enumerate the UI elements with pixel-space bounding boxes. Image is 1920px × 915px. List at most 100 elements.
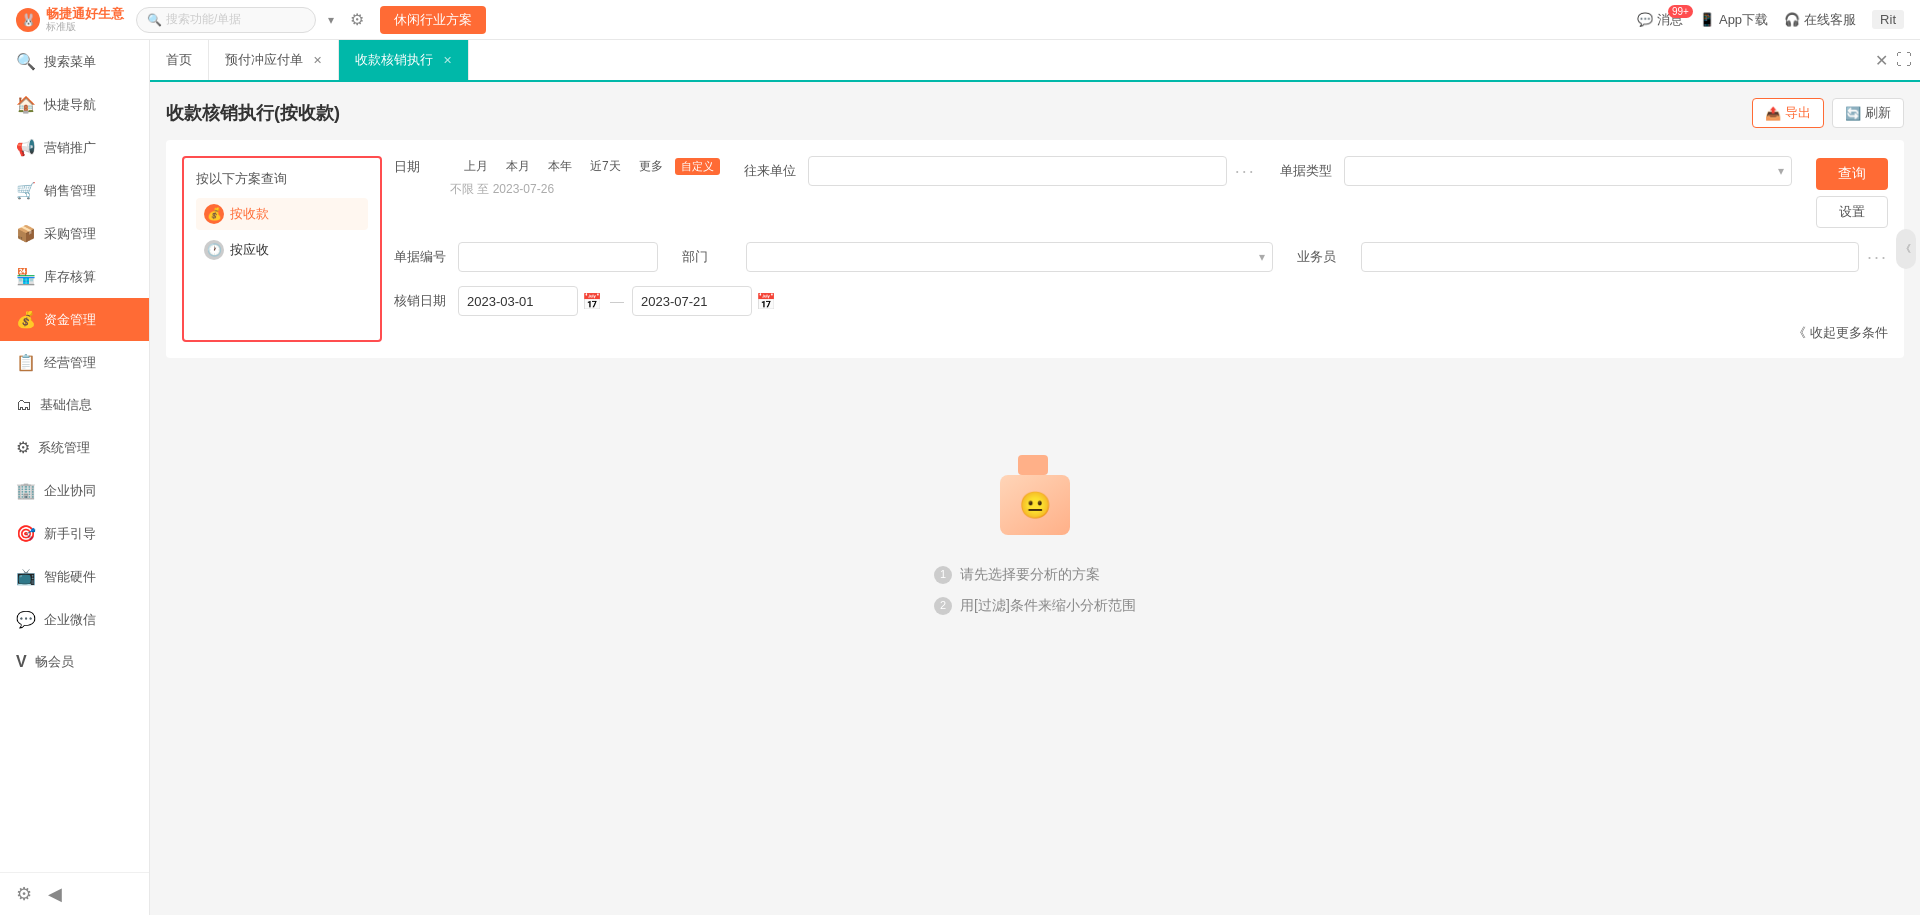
app-download-button[interactable]: 📱 App下载 — [1699, 11, 1768, 29]
collapse-sidebar-icon[interactable]: ◀ — [48, 883, 62, 905]
top-bar: 🐰 畅捷通好生意 标准版 🔍 搜索功能/单据 ▾ ⚙ 休闲行业方案 💬 消息 9… — [0, 0, 1920, 40]
date-no-limit: 不限 至 2023-07-26 — [450, 182, 554, 196]
sidebar-item-wechat[interactable]: 💬 企业微信 — [0, 598, 149, 641]
purchase-icon: 📦 — [16, 224, 36, 243]
sidebar-item-purchase[interactable]: 📦 采购管理 — [0, 212, 149, 255]
sidebar-item-marketing[interactable]: 📢 营销推广 — [0, 126, 149, 169]
app-logo: 🐰 畅捷通好生意 标准版 — [16, 6, 124, 34]
writeoff-end-cal-icon[interactable]: 📅 — [756, 292, 776, 311]
sidebar-item-enterprise[interactable]: 🏢 企业协同 — [0, 469, 149, 512]
message-button[interactable]: 💬 消息 99+ — [1637, 11, 1683, 29]
filter-option-by-receipt[interactable]: 💰 按收款 — [196, 198, 368, 230]
sidebar-item-guide[interactable]: 🎯 新手引导 — [0, 512, 149, 555]
dropdown-icon[interactable]: ▾ — [328, 13, 334, 27]
settings-bottom-icon[interactable]: ⚙ — [16, 883, 32, 905]
collapse-left-icon: 《 — [1901, 242, 1911, 256]
sidebar-item-system[interactable]: ⚙ 系统管理 — [0, 426, 149, 469]
staff-dots-button[interactable]: ··· — [1867, 247, 1888, 268]
message-badge: 99+ — [1668, 5, 1693, 18]
doc-no-input[interactable] — [458, 242, 658, 272]
tab-bar: 首页 预付冲应付单 ✕ 收款核销执行 ✕ ✕ ⛶ — [150, 40, 1920, 82]
page-actions: 📤 导出 🔄 刷新 — [1752, 98, 1904, 128]
logo-icon: 🐰 — [16, 8, 40, 32]
search-icon: 🔍 — [147, 13, 162, 27]
tip-num-1: 1 — [934, 566, 952, 584]
writeoff-start-cal-icon[interactable]: 📅 — [582, 292, 602, 311]
date-label: 日期 — [394, 158, 450, 176]
sidebar-item-operation[interactable]: 📋 经营管理 — [0, 341, 149, 384]
query-button[interactable]: 查询 — [1816, 158, 1888, 190]
phone-icon: 📱 — [1699, 12, 1715, 27]
gear-icon[interactable]: ⚙ — [350, 10, 364, 29]
dept-label: 部门 — [682, 248, 738, 266]
staff-input[interactable] — [1361, 242, 1859, 272]
tab-prepay-conflict[interactable]: 预付冲应付单 ✕ — [209, 40, 339, 80]
page-content: 收款核销执行(按收款) 📤 导出 🔄 刷新 按以下方案查询 — [150, 82, 1920, 915]
filter-option-by-receivable[interactable]: 🕐 按应收 — [196, 234, 368, 266]
query-buttons: 查询 设置 — [1816, 156, 1888, 228]
date-btn-more[interactable]: 更多 — [633, 156, 669, 177]
dept-select[interactable] — [746, 242, 1273, 272]
writeoff-start-input[interactable] — [458, 286, 578, 316]
tab-receipt-writeoff-close[interactable]: ✕ — [443, 54, 452, 67]
sidebar-item-search-menu[interactable]: 🔍 搜索菜单 — [0, 40, 149, 83]
main-layout: 🔍 搜索菜单 🏠 快捷导航 📢 营销推广 🛒 销售管理 📦 采购管理 🏪 库存核… — [0, 40, 1920, 915]
solution-button[interactable]: 休闲行业方案 — [380, 6, 486, 34]
wechat-icon: 💬 — [16, 610, 36, 629]
page-title: 收款核销执行(按收款) — [166, 101, 340, 125]
tip-num-2: 2 — [934, 597, 952, 615]
refresh-button[interactable]: 🔄 刷新 — [1832, 98, 1904, 128]
sidebar-item-vip[interactable]: V 畅会员 — [0, 641, 149, 683]
tip-text-1: 请先选择要分析的方案 — [960, 562, 1100, 587]
basic-info-icon: 🗂 — [16, 396, 32, 414]
filter-panel: 按以下方案查询 💰 按收款 🕐 按应收 《 — [166, 140, 1904, 358]
tab-home[interactable]: 首页 — [150, 40, 209, 80]
empty-tip-row-1: 1 请先选择要分析的方案 — [934, 562, 1136, 587]
date-btn-this-month[interactable]: 本月 — [500, 156, 536, 177]
sidebar-item-basic-info[interactable]: 🗂 基础信息 — [0, 384, 149, 426]
by-receivable-icon: 🕐 — [204, 240, 224, 260]
marketing-icon: 📢 — [16, 138, 36, 157]
sidebar-item-finance[interactable]: 💰 资金管理 — [0, 298, 149, 341]
export-button[interactable]: 📤 导出 — [1752, 98, 1824, 128]
quick-nav-icon: 🏠 — [16, 95, 36, 114]
by-receipt-icon: 💰 — [204, 204, 224, 224]
app-name: 畅捷通好生意 — [46, 6, 124, 22]
sidebar-item-sales[interactable]: 🛒 销售管理 — [0, 169, 149, 212]
collapse-more-button[interactable]: 《 收起更多条件 — [394, 324, 1888, 342]
finance-icon: 💰 — [16, 310, 36, 329]
message-icon: 💬 — [1637, 12, 1653, 27]
date-custom-tag[interactable]: 自定义 — [675, 158, 720, 175]
partner-dots-button[interactable]: ··· — [1235, 161, 1256, 182]
app-edition: 标准版 — [46, 21, 124, 33]
sidebar-item-quick-nav[interactable]: 🏠 快捷导航 — [0, 83, 149, 126]
partner-input[interactable] — [808, 156, 1227, 186]
tab-prepay-conflict-close[interactable]: ✕ — [313, 54, 322, 67]
filter-form: 日期 上月 本月 本年 近7天 更多 自定义 — [394, 156, 1888, 342]
sidebar-item-hardware[interactable]: 📺 智能硬件 — [0, 555, 149, 598]
settings-button[interactable]: 设置 — [1816, 196, 1888, 228]
sidebar-item-inventory[interactable]: 🏪 库存核算 — [0, 255, 149, 298]
date-btn-7days[interactable]: 近7天 — [584, 156, 627, 177]
export-icon: 📤 — [1765, 106, 1781, 121]
sidebar: 🔍 搜索菜单 🏠 快捷导航 📢 营销推广 🛒 销售管理 📦 采购管理 🏪 库存核… — [0, 40, 150, 915]
doc-type-select[interactable] — [1344, 156, 1792, 186]
top-search-bar[interactable]: 🔍 搜索功能/单据 — [136, 7, 316, 33]
writeoff-date-label: 核销日期 — [394, 292, 450, 310]
online-service-button[interactable]: 🎧 在线客服 — [1784, 11, 1856, 29]
user-profile[interactable]: Rit — [1872, 10, 1904, 29]
date-btn-last-month[interactable]: 上月 — [458, 156, 494, 177]
doc-type-label: 单据类型 — [1280, 162, 1336, 180]
sidebar-bottom: ⚙ ◀ — [0, 872, 149, 915]
tab-close-all-icon[interactable]: ✕ — [1875, 51, 1888, 70]
operation-icon: 📋 — [16, 353, 36, 372]
date-btn-this-year[interactable]: 本年 — [542, 156, 578, 177]
filter-panel-title: 按以下方案查询 — [196, 170, 368, 188]
tab-expand-icon[interactable]: ⛶ — [1896, 51, 1912, 69]
writeoff-end-input[interactable] — [632, 286, 752, 316]
empty-tips: 1 请先选择要分析的方案 2 用[过滤]条件来缩小分析范围 — [934, 562, 1136, 618]
filter-options-panel: 按以下方案查询 💰 按收款 🕐 按应收 — [182, 156, 382, 342]
filter-collapse-button[interactable]: 《 — [1896, 229, 1916, 269]
content-area: 首页 预付冲应付单 ✕ 收款核销执行 ✕ ✕ ⛶ 收款核销执行(按收款) — [150, 40, 1920, 915]
tab-receipt-writeoff[interactable]: 收款核销执行 ✕ — [339, 40, 469, 80]
